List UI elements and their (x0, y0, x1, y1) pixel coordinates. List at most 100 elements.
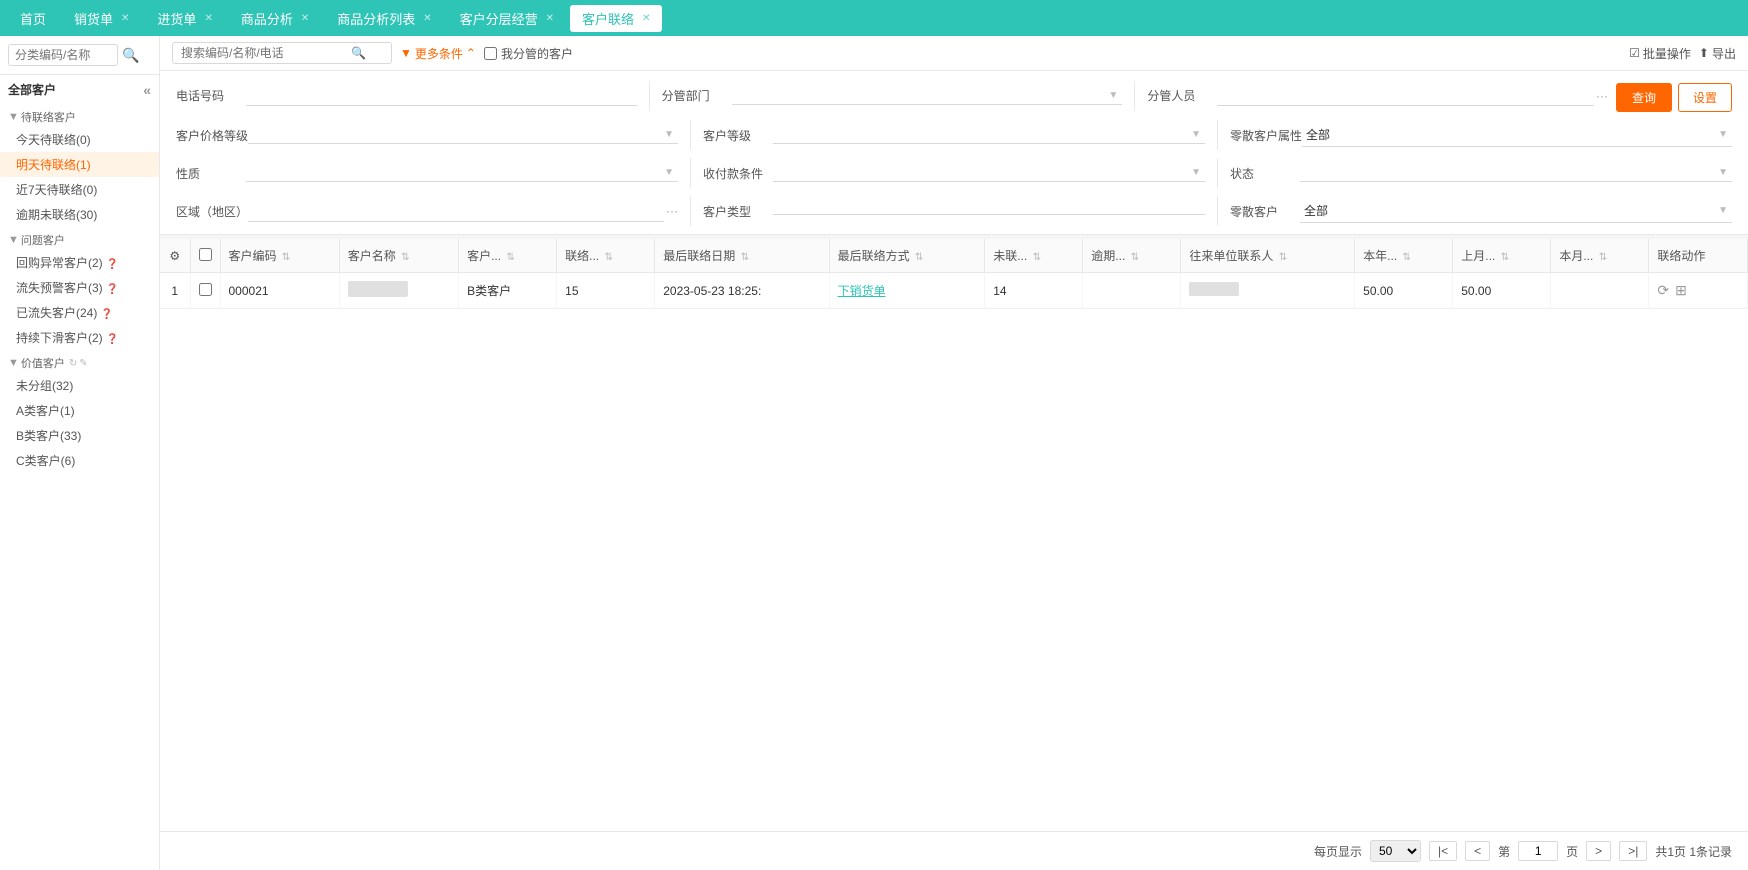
sort-year-icon[interactable]: ⇅ (1403, 252, 1411, 263)
filter-retail-attr-label: 零散客户属性 (1230, 127, 1302, 144)
group-arrow-icon: ▼ (8, 111, 19, 123)
action-icons-group: ⟳ ⊞ (1657, 282, 1739, 299)
sidebar-item-class-a[interactable]: A类客户(1) (0, 398, 159, 423)
filter-row-1: 电话号码 分管部门 ▼ 分管人员 ··· (176, 79, 1732, 112)
nav-product-analysis-list[interactable]: 商品分析列表 ✕ (325, 5, 443, 32)
sort-uncontacted-icon[interactable]: ⇅ (1033, 252, 1041, 263)
last-method-link[interactable]: 下销货单 (838, 284, 886, 298)
region-more-icon[interactable]: ··· (666, 204, 678, 218)
last-page-btn[interactable]: >| (1619, 841, 1647, 861)
cell-index: 1 (160, 273, 190, 309)
sort-name-icon[interactable]: ⇅ (401, 252, 409, 263)
divider3 (690, 120, 691, 150)
filter-phone: 电话号码 (176, 85, 637, 106)
filter-payment-select[interactable]: ▼ (773, 164, 1205, 182)
sidebar-search-input[interactable] (8, 44, 118, 66)
sidebar-search-icon[interactable]: 🔍 (122, 47, 139, 64)
main-search-icon[interactable]: 🔍 (351, 46, 366, 60)
sort-lmonth-icon[interactable]: ⇅ (1501, 252, 1509, 263)
per-page-select[interactable]: 50 100 200 (1370, 840, 1421, 862)
filter-manager-label: 分管人员 (1147, 87, 1217, 104)
sort-date-icon[interactable]: ⇅ (741, 252, 749, 263)
filter-row-4: 区域（地区） ··· 客户类型 零散客户 全部 (176, 196, 1732, 226)
all-customers-header[interactable]: 全部客户 « (0, 75, 159, 104)
sort-overdue-icon[interactable]: ⇅ (1131, 252, 1139, 263)
page-number-input[interactable] (1518, 841, 1558, 861)
sidebar-item-overdue[interactable]: 逾期未联络(30) (0, 202, 159, 227)
sidebar-item-unclassified[interactable]: 未分组(32) (0, 373, 159, 398)
main-search-input[interactable] (181, 46, 351, 60)
prev-page-btn[interactable]: < (1465, 841, 1490, 861)
filter-dept-select[interactable]: ▼ (732, 87, 1123, 105)
next-page-btn[interactable]: > (1586, 841, 1611, 861)
nav-purchase[interactable]: 进货单 ✕ (145, 5, 224, 32)
filter-customer-grade-select[interactable]: ▼ (773, 126, 1205, 144)
my-customers-check[interactable] (484, 47, 497, 60)
col-check[interactable] (190, 239, 220, 273)
table-row: 1 000021 B类客户 15 2023-05-23 18:25: 下销货单 … (160, 273, 1748, 309)
divider1 (649, 81, 650, 111)
customer-grade-arrow-icon: ▼ (1191, 129, 1201, 140)
sidebar-item-7days[interactable]: 近7天待联络(0) (0, 177, 159, 202)
col-code: 客户编码 ⇅ (220, 239, 339, 273)
batch-op-btn[interactable]: ☑ 批量操作 (1629, 45, 1691, 62)
sidebar-item-declining[interactable]: 持续下滑客户(2) ❓ (0, 325, 159, 350)
filter-nature-select[interactable]: ▼ (246, 164, 678, 182)
cell-actions: ⟳ ⊞ (1649, 273, 1748, 309)
close-purchase-icon[interactable]: ✕ (204, 13, 212, 24)
more-action-icon[interactable]: ⊞ (1675, 282, 1687, 299)
close-sales-icon[interactable]: ✕ (121, 13, 129, 24)
sort-month-icon[interactable]: ⇅ (1599, 252, 1607, 263)
dept-arrow-icon: ▼ (1108, 90, 1118, 101)
sidebar: 🔍 全部客户 « ▼ 待联络客户 今天待联络(0) 明天待联络(1) 近7天待联… (0, 36, 160, 870)
query-button[interactable]: 查询 (1616, 83, 1672, 112)
sort-person-icon[interactable]: ⇅ (1279, 252, 1287, 263)
more-conditions-btn[interactable]: ▼ 更多条件 ⌃ (400, 45, 476, 62)
sidebar-collapse-icon[interactable]: « (143, 82, 151, 98)
sidebar-item-class-b[interactable]: B类客户(33) (0, 423, 159, 448)
select-all-checkbox[interactable] (199, 248, 212, 261)
sidebar-item-churn-warning[interactable]: 流失预警客户(3) ❓ (0, 275, 159, 300)
filter-price-grade-select[interactable]: ▼ (248, 126, 678, 144)
nav-customer-segment[interactable]: 客户分层经营 ✕ (448, 5, 566, 32)
nav-sales[interactable]: 销货单 ✕ (62, 5, 141, 32)
filter-region-input[interactable] (248, 201, 664, 222)
sidebar-item-tomorrow[interactable]: 明天待联络(1) (0, 152, 159, 177)
table-footer: 每页显示 50 100 200 |< < 第 页 > >| 共1页 1条记录 (160, 831, 1748, 870)
close-product-list-icon[interactable]: ✕ (423, 13, 431, 24)
filter-phone-input[interactable] (246, 85, 637, 106)
close-product-analysis-icon[interactable]: ✕ (301, 13, 309, 24)
filter-manager-input[interactable] (1217, 85, 1594, 106)
filter-status-select[interactable]: ▼ (1300, 164, 1732, 182)
filter-customer-type-select[interactable] (773, 208, 1205, 215)
content-area: 🔍 ▼ 更多条件 ⌃ 我分管的客户 ☑ 批量操作 ⬆ 导出 (160, 36, 1748, 870)
search-wrap: 🔍 (172, 42, 392, 64)
col-settings[interactable]: ⚙ (160, 239, 190, 273)
nature-arrow-icon: ▼ (664, 167, 674, 178)
cell-check[interactable] (190, 273, 220, 309)
filter-retail-attr-select[interactable]: 全部 ▼ (1302, 123, 1732, 147)
manager-more-icon[interactable]: ··· (1596, 89, 1608, 103)
first-page-btn[interactable]: |< (1429, 841, 1457, 861)
close-contact-icon[interactable]: ✕ (642, 13, 650, 24)
nav-product-analysis[interactable]: 商品分析 ✕ (229, 5, 321, 32)
nav-customer-contact[interactable]: 客户联络 ✕ (570, 5, 662, 32)
sidebar-item-churned[interactable]: 已流失客户(24) ❓ (0, 300, 159, 325)
cell-last-method[interactable]: 下销货单 (829, 273, 985, 309)
my-customers-checkbox[interactable]: 我分管的客户 (484, 45, 573, 62)
close-segment-icon[interactable]: ✕ (546, 13, 554, 24)
set-button[interactable]: 设置 (1678, 83, 1732, 112)
sort-type-icon[interactable]: ⇅ (506, 252, 514, 263)
row-checkbox[interactable] (199, 283, 212, 296)
sidebar-item-today[interactable]: 今天待联络(0) (0, 127, 159, 152)
sidebar-item-abnormal[interactable]: 回购异常客户(2) ❓ (0, 250, 159, 275)
filter-retail-customer-label: 零散客户 (1230, 203, 1300, 220)
nav-home[interactable]: 首页 (8, 5, 58, 32)
sort-code-icon[interactable]: ⇅ (282, 252, 290, 263)
sort-method-icon[interactable]: ⇅ (915, 252, 923, 263)
export-btn[interactable]: ⬆ 导出 (1699, 45, 1736, 62)
edit-action-icon[interactable]: ⟳ (1657, 282, 1669, 299)
sidebar-item-class-c[interactable]: C类客户(6) (0, 448, 159, 473)
sort-count-icon[interactable]: ⇅ (605, 252, 613, 263)
filter-retail-customer-select[interactable]: 全部 ▼ (1300, 199, 1732, 223)
